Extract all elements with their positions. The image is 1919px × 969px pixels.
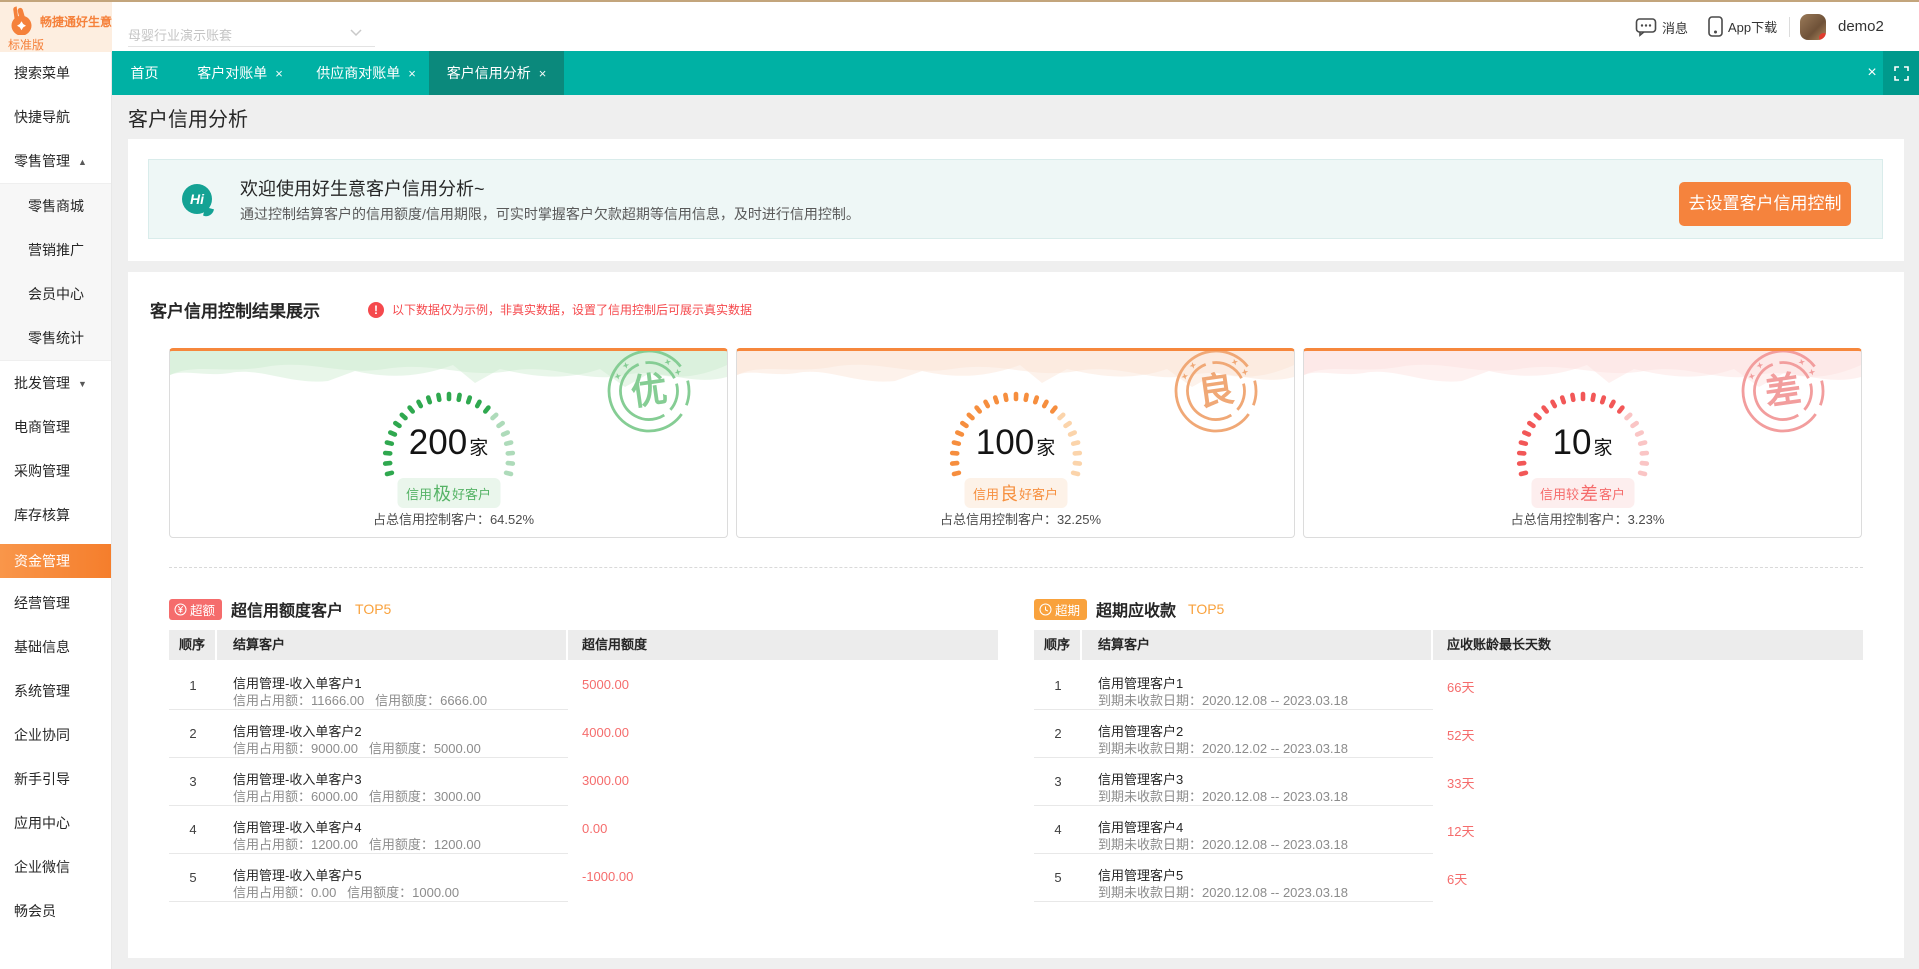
svg-text:差: 差	[1762, 368, 1803, 414]
svg-text:优: 优	[628, 368, 669, 414]
svg-text:良: 良	[1195, 368, 1236, 414]
